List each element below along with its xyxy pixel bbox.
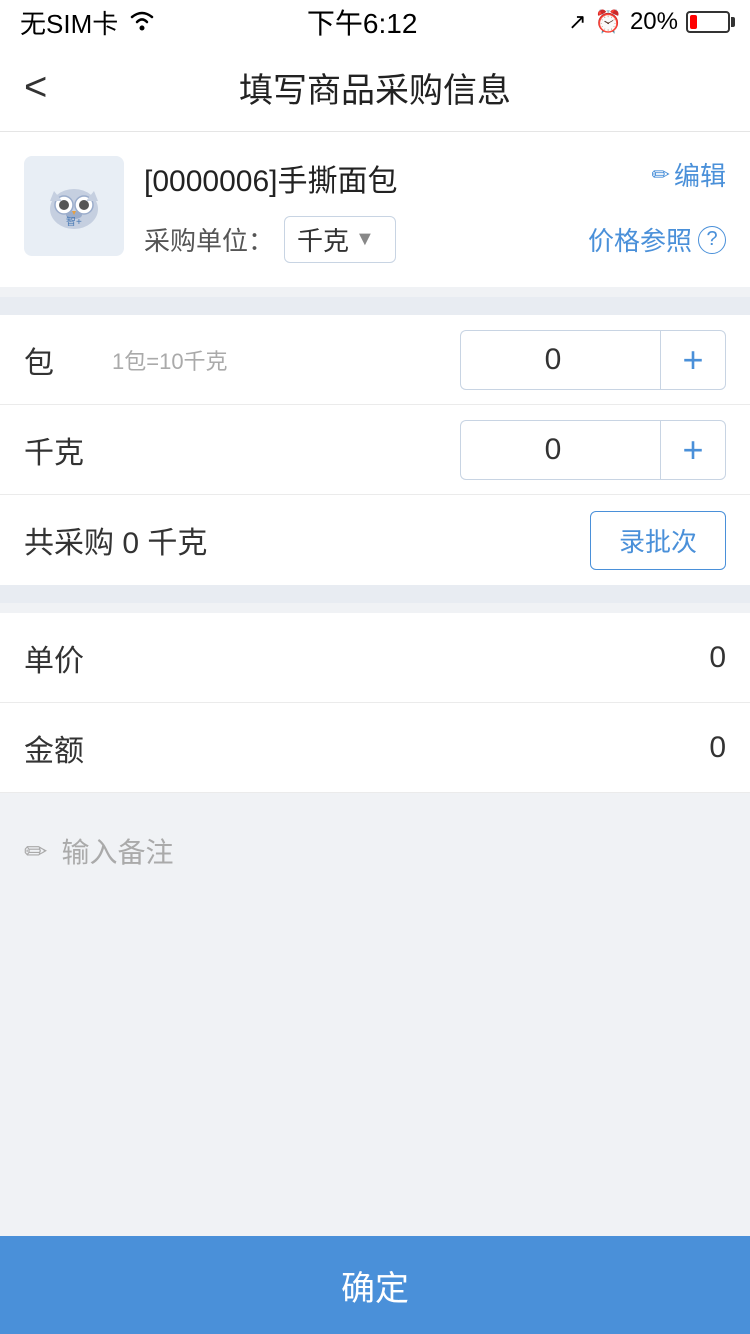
kg-input-row: 千克 + — [0, 405, 750, 495]
nav-bar: < 填写商品采购信息 — [0, 44, 750, 132]
section-divider-1 — [0, 297, 750, 315]
price-ref-help-icon: ? — [698, 226, 726, 254]
amount-value: 0 — [709, 731, 726, 765]
confirm-button[interactable]: 确定 — [0, 1236, 750, 1334]
record-batch-button[interactable]: 录批次 — [590, 511, 726, 570]
unit-price-label: 单价 — [24, 636, 84, 680]
summary-row: 共采购 0 千克 录批次 — [0, 495, 750, 585]
status-bar: 无SIM卡 下午6:12 ↗ ⏰ 20% — [0, 0, 750, 44]
bag-sublabel: 1包=10千克 — [112, 344, 228, 376]
product-name: [0000006]手撕面包 — [144, 156, 397, 200]
bag-label: 包 — [24, 338, 104, 382]
svg-text:智+: 智+ — [66, 215, 82, 228]
product-thumbnail: 智+ — [24, 156, 124, 256]
price-reference-button[interactable]: 价格参照 ? — [588, 221, 726, 258]
notes-placeholder: 输入备注 — [61, 831, 173, 871]
bottom-spacer — [0, 1103, 750, 1201]
summary-text: 共采购 0 千克 — [24, 518, 207, 562]
carrier-label: 无SIM卡 — [20, 4, 118, 41]
kg-input[interactable] — [460, 420, 660, 480]
section-divider-2 — [0, 585, 750, 603]
input-section: 包 1包=10千克 + 千克 + 共采购 0 千克 录批次 — [0, 315, 750, 585]
bag-input-row: 包 1包=10千克 + — [0, 315, 750, 405]
status-left: 无SIM卡 — [20, 4, 156, 41]
bag-plus-button[interactable]: + — [660, 330, 726, 390]
bag-input[interactable] — [460, 330, 660, 390]
alarm-icon: ⏰ — [595, 9, 622, 35]
unit-select[interactable]: 千克 ▼ — [284, 216, 396, 263]
back-button[interactable]: < — [24, 65, 47, 110]
product-card: 智+ [0000006]手撕面包 ✏ 编辑 采购单位： 千克 ▼ 价格参照 ? — [0, 132, 750, 287]
unit-price-row: 单价 0 — [0, 613, 750, 703]
kg-label: 千克 — [24, 428, 104, 472]
status-time: 下午6:12 — [307, 2, 418, 42]
battery-icon — [686, 11, 730, 33]
kg-plus-button[interactable]: + — [660, 420, 726, 480]
status-right: ↗ ⏰ 20% — [568, 8, 730, 36]
page-title: 填写商品采购信息 — [239, 63, 511, 112]
unit-price-value: 0 — [709, 641, 726, 675]
purchase-unit-label: 采购单位： — [144, 221, 274, 258]
amount-label: 金额 — [24, 726, 84, 770]
amount-row: 金额 0 — [0, 703, 750, 793]
location-icon: ↗ — [568, 9, 586, 35]
wifi-icon — [128, 7, 156, 38]
price-info-section: 单价 0 金额 0 — [0, 613, 750, 793]
pencil-icon: ✏ — [24, 835, 47, 868]
product-info: [0000006]手撕面包 ✏ 编辑 采购单位： 千克 ▼ 价格参照 ? — [144, 156, 726, 263]
notes-section[interactable]: ✏ 输入备注 — [0, 803, 750, 1103]
battery-percent: 20% — [630, 8, 678, 36]
edit-button[interactable]: ✏ 编辑 — [652, 156, 726, 193]
